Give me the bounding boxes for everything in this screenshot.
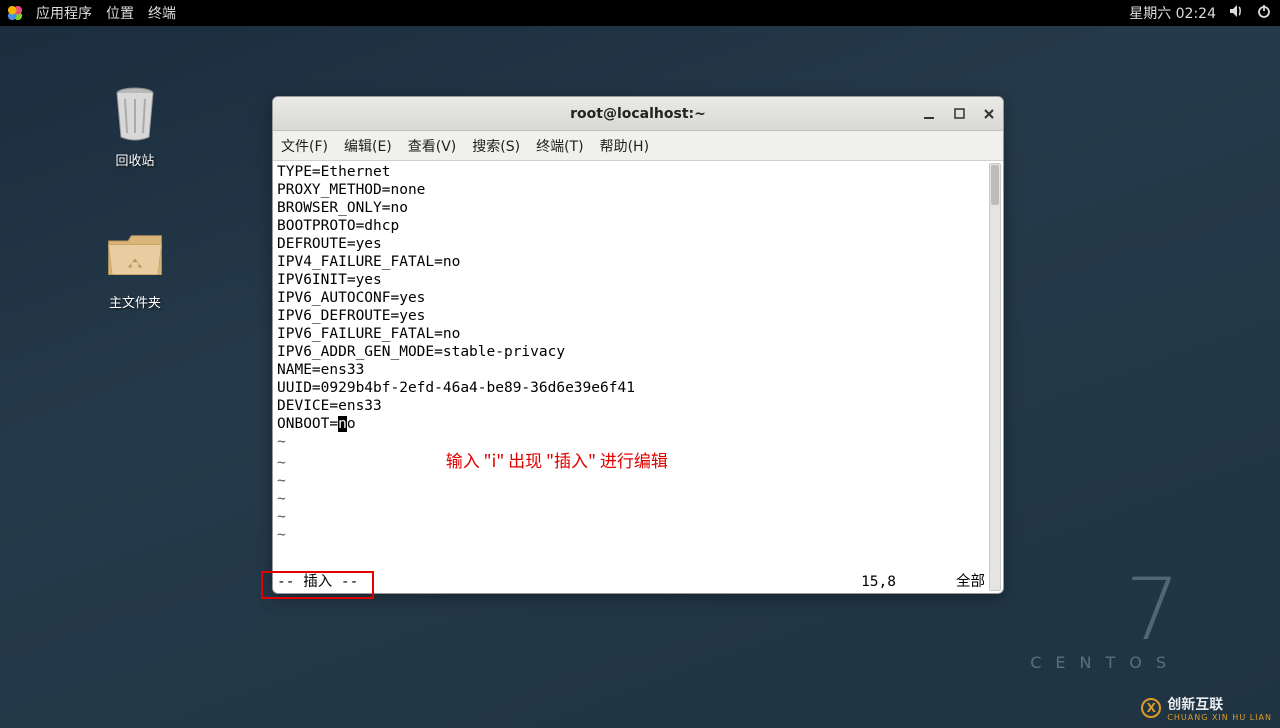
file-line: IPV6_FAILURE_FATAL=no: [277, 325, 985, 343]
centos-name: CENTOS: [1030, 653, 1180, 672]
file-line: IPV6_DEFROUTE=yes: [277, 307, 985, 325]
desktop-icon-trash[interactable]: 回收站: [90, 84, 180, 169]
vim-empty-line: ~: [277, 526, 985, 544]
file-line: IPV6_AUTOCONF=yes: [277, 289, 985, 307]
minimize-button[interactable]: [921, 106, 937, 122]
file-line: IPV4_FAILURE_FATAL=no: [277, 253, 985, 271]
folder-home-icon: [105, 229, 165, 283]
menu-help[interactable]: 帮助(H): [598, 134, 651, 158]
vim-status-line: -- 插入 -- 15,8 全部: [277, 573, 985, 591]
home-label: 主文件夹: [90, 292, 180, 311]
watermark-text: 创新互联: [1167, 697, 1223, 713]
activities-icon[interactable]: [8, 6, 22, 20]
watermark: X 创新互联 CHUANG XIN HU LIAN: [1141, 694, 1272, 722]
centos-branding: 7 CENTOS: [1030, 567, 1180, 672]
file-line: NAME=ens33: [277, 361, 985, 379]
vim-empty-line: ~: [277, 472, 985, 490]
file-line: TYPE=Ethernet: [277, 163, 985, 181]
maximize-button[interactable]: [951, 106, 967, 122]
vim-scope: 全部: [956, 573, 985, 591]
trash-icon: [111, 87, 159, 141]
terminal-body[interactable]: TYPE=EthernetPROXY_METHOD=noneBROWSER_ON…: [273, 161, 1003, 593]
vim-empty-line: ~: [277, 490, 985, 508]
menu-applications[interactable]: 应用程序: [36, 3, 92, 23]
file-line: ONBOOT=no: [277, 415, 985, 433]
close-button[interactable]: [981, 106, 997, 122]
terminal-menubar: 文件(F) 编辑(E) 查看(V) 搜索(S) 终端(T) 帮助(H): [273, 131, 1003, 161]
menu-search[interactable]: 搜索(S): [470, 134, 522, 158]
power-icon[interactable]: [1256, 3, 1272, 23]
window-title: root@localhost:~: [570, 106, 706, 122]
menu-view[interactable]: 查看(V): [406, 134, 459, 158]
file-line: IPV6_ADDR_GEN_MODE=stable-privacy: [277, 343, 985, 361]
file-line: UUID=0929b4bf-2efd-46a4-be89-36d6e39e6f4…: [277, 379, 985, 397]
file-line: PROXY_METHOD=none: [277, 181, 985, 199]
vim-mode: -- 插入 --: [277, 573, 358, 591]
file-line: BOOTPROTO=dhcp: [277, 217, 985, 235]
desktop-icon-home[interactable]: 主文件夹: [90, 226, 180, 311]
file-line: DEVICE=ens33: [277, 397, 985, 415]
top-panel: 应用程序 位置 终端 星期六 02:24: [0, 0, 1280, 26]
menu-file[interactable]: 文件(F): [279, 134, 330, 158]
window-titlebar[interactable]: root@localhost:~: [273, 97, 1003, 131]
vim-cursor-pos: 15,8: [861, 573, 896, 591]
trash-label: 回收站: [90, 150, 180, 169]
menu-places[interactable]: 位置: [106, 3, 134, 23]
centos-version: 7: [1030, 567, 1180, 653]
terminal-window: root@localhost:~ 文件(F) 编辑(E) 查看(V) 搜索(S)…: [272, 96, 1004, 594]
menu-edit[interactable]: 编辑(E): [342, 134, 394, 158]
scrollbar-thumb[interactable]: [991, 165, 999, 205]
file-line: IPV6INIT=yes: [277, 271, 985, 289]
clock[interactable]: 星期六 02:24: [1129, 3, 1216, 23]
text-cursor: n: [338, 416, 347, 432]
vim-empty-line: ~: [277, 508, 985, 526]
watermark-sub: CHUANG XIN HU LIAN: [1167, 714, 1272, 722]
watermark-icon: X: [1141, 698, 1161, 718]
volume-icon[interactable]: [1228, 3, 1244, 23]
menu-terminal-drop[interactable]: 终端(T): [534, 134, 585, 158]
scrollbar[interactable]: [989, 163, 1001, 591]
file-line: BROWSER_ONLY=no: [277, 199, 985, 217]
annotation-text: 输入 "i" 出现 "插入" 进行编辑: [446, 447, 668, 472]
menu-terminal[interactable]: 终端: [148, 3, 176, 23]
vim-empty-line: ~输入 "i" 出现 "插入" 进行编辑: [277, 451, 985, 472]
file-line: DEFROUTE=yes: [277, 235, 985, 253]
